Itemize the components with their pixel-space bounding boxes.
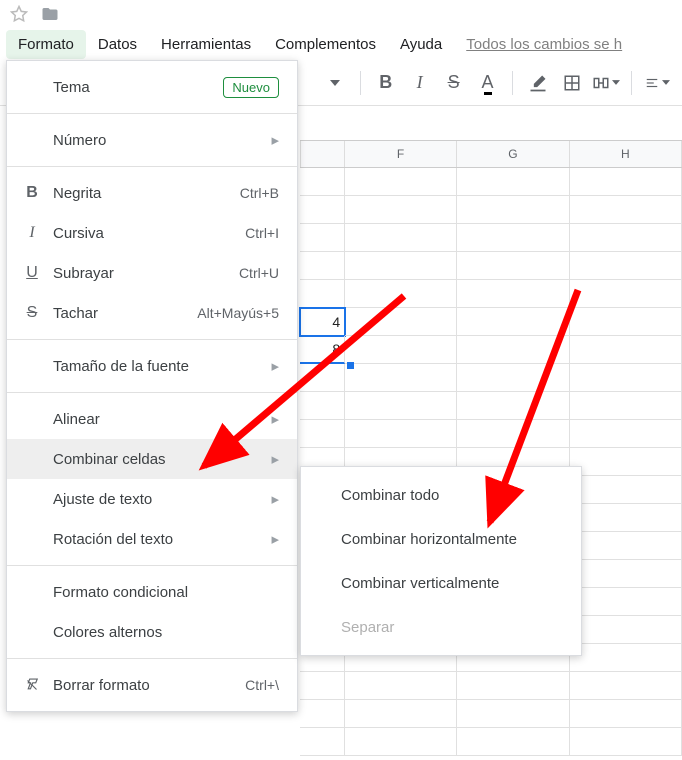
- menu-item-tema[interactable]: Tema Nuevo: [7, 67, 297, 107]
- menu-item-label: Alinear: [53, 411, 261, 428]
- menu-item-tachar[interactable]: S Tachar Alt+Mayús+5: [7, 293, 297, 333]
- folder-move-icon[interactable]: [40, 5, 60, 23]
- submenu-separar: Separar: [301, 605, 581, 649]
- menu-item-label: Borrar formato: [53, 677, 235, 694]
- menu-ayuda[interactable]: Ayuda: [388, 30, 454, 59]
- clear-format-icon: [21, 676, 43, 694]
- submenu-arrow-icon: ▸: [271, 357, 279, 375]
- menu-bar: Formato Datos Herramientas Complementos …: [0, 28, 682, 60]
- menu-item-label: Ajuste de texto: [53, 491, 261, 508]
- text-color-button[interactable]: A: [473, 66, 503, 100]
- selection-handle[interactable]: [347, 362, 354, 369]
- toolbar-separator: [360, 71, 361, 95]
- menu-item-label: Combinar horizontalmente: [341, 531, 563, 548]
- menu-item-label: Separar: [341, 619, 563, 636]
- submenu-arrow-icon: ▸: [271, 450, 279, 468]
- cell-e-row1[interactable]: 4: [300, 308, 345, 336]
- menu-item-formato-condicional[interactable]: Formato condicional: [7, 572, 297, 612]
- italic-icon: I: [21, 224, 43, 242]
- horizontal-align-button[interactable]: [642, 66, 672, 100]
- submenu-arrow-icon: ▸: [271, 131, 279, 149]
- menu-item-label: Tamaño de la fuente: [53, 358, 261, 375]
- fill-color-button[interactable]: [523, 66, 553, 100]
- bold-icon: B: [21, 184, 43, 202]
- font-dropdown-caret-icon[interactable]: [320, 66, 350, 100]
- menu-item-label: Cursiva: [53, 225, 235, 242]
- column-header-g[interactable]: G: [457, 141, 569, 167]
- merge-cells-button[interactable]: [591, 66, 621, 100]
- format-menu-dropdown: Tema Nuevo Número ▸ B Negrita Ctrl+B I C…: [6, 60, 298, 712]
- menu-item-subrayar[interactable]: U Subrayar Ctrl+U: [7, 253, 297, 293]
- menu-item-label: Combinar todo: [341, 487, 563, 504]
- submenu-combinar-horizontal[interactable]: Combinar horizontalmente: [301, 517, 581, 561]
- menu-item-label: Combinar verticalmente: [341, 575, 563, 592]
- menu-item-label: Número: [53, 132, 261, 149]
- strikethrough-button[interactable]: S: [439, 66, 469, 100]
- menu-item-label: Tachar: [53, 305, 187, 322]
- submenu-combinar-vertical[interactable]: Combinar verticalmente: [301, 561, 581, 605]
- shortcut-label: Ctrl+B: [240, 185, 279, 201]
- menu-formato[interactable]: Formato: [6, 30, 86, 59]
- menu-item-label: Colores alternos: [53, 624, 279, 641]
- menu-herramientas[interactable]: Herramientas: [149, 30, 263, 59]
- menu-item-label: Combinar celdas: [53, 451, 261, 468]
- shortcut-label: Ctrl+U: [239, 265, 279, 281]
- save-status-link[interactable]: Todos los cambios se h: [466, 36, 622, 53]
- menu-item-negrita[interactable]: B Negrita Ctrl+B: [7, 173, 297, 213]
- menu-item-alinear[interactable]: Alinear ▸: [7, 399, 297, 439]
- submenu-arrow-icon: ▸: [271, 490, 279, 508]
- menu-item-combinar-celdas[interactable]: Combinar celdas ▸: [7, 439, 297, 479]
- italic-button[interactable]: I: [405, 66, 435, 100]
- bold-button[interactable]: B: [371, 66, 401, 100]
- menu-item-label: Tema: [53, 79, 213, 96]
- shortcut-label: Ctrl+I: [245, 225, 279, 241]
- menu-item-numero[interactable]: Número ▸: [7, 120, 297, 160]
- borders-button[interactable]: [557, 66, 587, 100]
- submenu-arrow-icon: ▸: [271, 410, 279, 428]
- merge-cells-submenu: Combinar todo Combinar horizontalmente C…: [300, 466, 582, 656]
- cell-e-row2[interactable]: 8: [300, 336, 345, 364]
- shortcut-label: Alt+Mayús+5: [197, 305, 279, 321]
- shortcut-label: Ctrl+\: [245, 677, 279, 693]
- new-badge: Nuevo: [223, 77, 279, 98]
- star-outline-icon[interactable]: [10, 5, 28, 23]
- menu-item-cursiva[interactable]: I Cursiva Ctrl+I: [7, 213, 297, 253]
- menu-item-rotacion-texto[interactable]: Rotación del texto ▸: [7, 519, 297, 559]
- menu-item-label: Negrita: [53, 185, 230, 202]
- toolbar-separator: [512, 71, 513, 95]
- strikethrough-icon: S: [21, 304, 43, 322]
- column-header-h[interactable]: H: [570, 141, 682, 167]
- column-header-f[interactable]: F: [345, 141, 457, 167]
- menu-item-borrar-formato[interactable]: Borrar formato Ctrl+\: [7, 665, 297, 705]
- menu-item-label: Formato condicional: [53, 584, 279, 601]
- underline-icon: U: [21, 264, 43, 282]
- submenu-combinar-todo[interactable]: Combinar todo: [301, 473, 581, 517]
- toolbar-separator: [631, 71, 632, 95]
- menu-item-label: Subrayar: [53, 265, 229, 282]
- menu-datos[interactable]: Datos: [86, 30, 149, 59]
- menu-item-ajuste-texto[interactable]: Ajuste de texto ▸: [7, 479, 297, 519]
- menu-item-tamano-fuente[interactable]: Tamaño de la fuente ▸: [7, 346, 297, 386]
- menu-item-label: Rotación del texto: [53, 531, 261, 548]
- menu-item-colores-alternos[interactable]: Colores alternos: [7, 612, 297, 652]
- submenu-arrow-icon: ▸: [271, 530, 279, 548]
- menu-complementos[interactable]: Complementos: [263, 30, 388, 59]
